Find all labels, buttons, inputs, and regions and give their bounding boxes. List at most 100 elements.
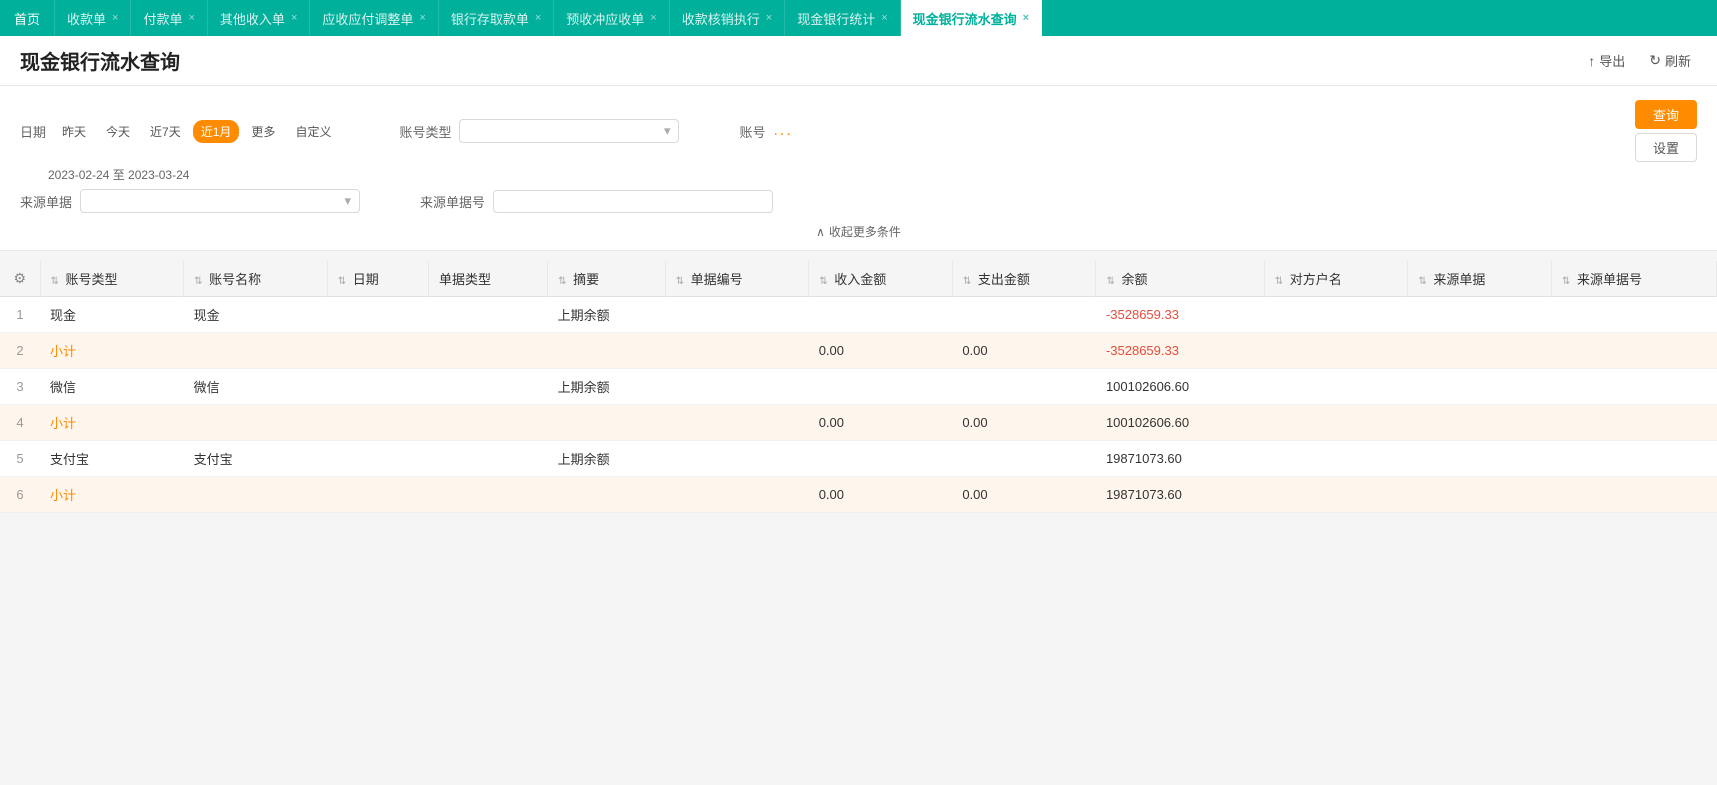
export-button[interactable]: ↑ 导出 xyxy=(1582,47,1631,74)
sort-icon-expense[interactable]: ⇅ xyxy=(963,276,971,287)
tab-label-shoukuandan: 收款单 xyxy=(67,9,106,28)
tab-shoukuandan[interactable]: 收款单 × xyxy=(55,0,131,36)
cell-income: 0.00 xyxy=(809,405,953,441)
close-icon-6[interactable]: × xyxy=(766,12,772,24)
close-icon-5[interactable]: × xyxy=(650,12,656,24)
cell-doc-no xyxy=(665,369,809,405)
table-row: 1现金现金上期余额-3528659.33 xyxy=(0,297,1717,333)
cell-doc-type xyxy=(428,369,547,405)
sort-icon-summary[interactable]: ⇅ xyxy=(558,276,566,287)
close-icon-4[interactable]: × xyxy=(535,12,541,24)
table-header-row: ⚙ ⇅ 账号类型 ⇅ 账号名称 ⇅ 日期 单据类型 ⇅ xyxy=(0,261,1717,297)
close-icon-8[interactable]: × xyxy=(1023,12,1029,24)
close-icon-0[interactable]: × xyxy=(112,12,118,24)
cell-balance: 19871073.60 xyxy=(1096,477,1264,513)
collapse-up-icon: ∧ xyxy=(816,225,825,239)
action-buttons: 查询 设置 xyxy=(1635,100,1697,162)
date-btn-7days[interactable]: 近7天 xyxy=(142,120,189,143)
table-settings-gear-icon[interactable]: ⚙ xyxy=(13,270,26,286)
settings-button[interactable]: 设置 xyxy=(1635,133,1697,162)
cell-source-doc-no xyxy=(1552,297,1717,333)
header-actions: ↑ 导出 ↻ 刷新 xyxy=(1582,47,1697,74)
tab-yushouyingshou[interactable]: 预收冲应收单 × xyxy=(554,0,669,36)
cell-account-type: 支付宝 xyxy=(40,441,184,477)
close-icon-2[interactable]: × xyxy=(291,12,297,24)
date-btn-1month[interactable]: 近1月 xyxy=(193,120,240,143)
col-source-doc-no: ⇅ 来源单据号 xyxy=(1552,261,1717,297)
sort-icon-counterparty[interactable]: ⇅ xyxy=(1275,276,1283,287)
cell-doc-type xyxy=(428,441,547,477)
refresh-button[interactable]: ↻ 刷新 xyxy=(1643,47,1697,74)
account-filter-group: 账号 ... xyxy=(739,122,792,141)
cell-balance: 100102606.60 xyxy=(1096,369,1264,405)
account-type-label: 账号类型 xyxy=(399,122,451,141)
tab-liushui-query[interactable]: 现金银行流水查询 × xyxy=(901,0,1042,36)
account-type-filter-group: 账号类型 ▾ xyxy=(399,119,679,143)
cell-summary xyxy=(548,477,666,513)
account-type-select[interactable]: ▾ xyxy=(459,119,679,143)
query-button[interactable]: 查询 xyxy=(1635,100,1697,129)
tab-shoukuanhexiao[interactable]: 收款核销执行 × xyxy=(670,0,785,36)
tab-qitashouru[interactable]: 其他收入单 × xyxy=(208,0,310,36)
account-ellipsis-btn[interactable]: ... xyxy=(773,122,792,140)
date-btn-today[interactable]: 今天 xyxy=(98,120,138,143)
cell-balance: -3528659.33 xyxy=(1096,297,1264,333)
cell-account-type: 小计 xyxy=(40,405,184,441)
page-header: 现金银行流水查询 ↑ 导出 ↻ 刷新 xyxy=(0,36,1717,86)
close-icon-3[interactable]: × xyxy=(419,12,425,24)
date-btn-custom[interactable]: 自定义 xyxy=(287,120,339,143)
cell-summary xyxy=(548,405,666,441)
date-btn-yesterday[interactable]: 昨天 xyxy=(54,120,94,143)
col-income: ⇅ 收入金额 xyxy=(809,261,953,297)
home-tab[interactable]: 首页 xyxy=(0,0,55,36)
col-summary: ⇅ 摘要 xyxy=(548,261,666,297)
home-label: 首页 xyxy=(14,9,40,28)
sort-icon-doc-no[interactable]: ⇅ xyxy=(676,276,684,287)
tab-label-hexiao: 收款核销执行 xyxy=(682,9,760,28)
tab-yinhangcunqukuan[interactable]: 银行存取款单 × xyxy=(439,0,554,36)
cell-row-num: 6 xyxy=(0,477,40,513)
tab-label-tongji: 现金银行统计 xyxy=(797,9,875,28)
cell-date xyxy=(327,333,428,369)
cell-summary: 上期余额 xyxy=(548,297,666,333)
sort-icon-date[interactable]: ⇅ xyxy=(338,276,346,287)
cell-source-doc-no xyxy=(1552,441,1717,477)
collapse-row: ∧ 收起更多条件 xyxy=(20,223,1697,240)
sort-icon-account-name[interactable]: ⇅ xyxy=(194,276,202,287)
sort-icon-source-doc[interactable]: ⇅ xyxy=(1418,276,1426,287)
tab-label-qita: 其他收入单 xyxy=(220,9,285,28)
col-account-type: ⇅ 账号类型 xyxy=(40,261,184,297)
cell-balance: -3528659.33 xyxy=(1096,333,1264,369)
cell-account-type: 微信 xyxy=(40,369,184,405)
sort-icon-income[interactable]: ⇅ xyxy=(819,276,827,287)
sort-icon-account-type[interactable]: ⇅ xyxy=(51,276,59,287)
col-doc-no: ⇅ 单据编号 xyxy=(665,261,809,297)
close-icon-1[interactable]: × xyxy=(188,12,194,24)
cell-account-name xyxy=(184,405,328,441)
filter-row-2: 来源单据 ▾ 来源单据号 xyxy=(20,189,1697,213)
cell-income xyxy=(809,297,953,333)
tab-label-yushou: 预收冲应收单 xyxy=(566,9,644,28)
cell-date xyxy=(327,477,428,513)
sort-icon-balance[interactable]: ⇅ xyxy=(1106,276,1114,287)
tab-yingshoutiaozheng[interactable]: 应收应付调整单 × xyxy=(310,0,438,36)
cell-doc-type xyxy=(428,477,547,513)
source-doc-chevron-icon: ▾ xyxy=(344,193,351,209)
cell-summary: 上期余额 xyxy=(548,441,666,477)
cell-counterparty xyxy=(1264,297,1408,333)
export-label: 导出 xyxy=(1599,51,1625,70)
collapse-button[interactable]: ∧ 收起更多条件 xyxy=(816,223,901,240)
date-range-text: 2023-02-24 至 2023-03-24 xyxy=(48,168,189,182)
cell-balance: 100102606.60 xyxy=(1096,405,1264,441)
sort-icon-source-doc-no[interactable]: ⇅ xyxy=(1562,276,1570,287)
table-wrap: ⚙ ⇅ 账号类型 ⇅ 账号名称 ⇅ 日期 单据类型 ⇅ xyxy=(0,261,1717,513)
tab-fukuandan[interactable]: 付款单 × xyxy=(131,0,207,36)
source-doc-select[interactable]: ▾ xyxy=(80,189,360,213)
source-doc-no-input[interactable] xyxy=(493,190,773,213)
cell-doc-no xyxy=(665,405,809,441)
cell-account-name xyxy=(184,477,328,513)
close-icon-7[interactable]: × xyxy=(881,12,887,24)
tab-xianjinyinhang-tongji[interactable]: 现金银行统计 × xyxy=(785,0,900,36)
date-btn-more[interactable]: 更多 xyxy=(243,120,283,143)
source-doc-no-filter-group: 来源单据号 xyxy=(420,190,773,213)
